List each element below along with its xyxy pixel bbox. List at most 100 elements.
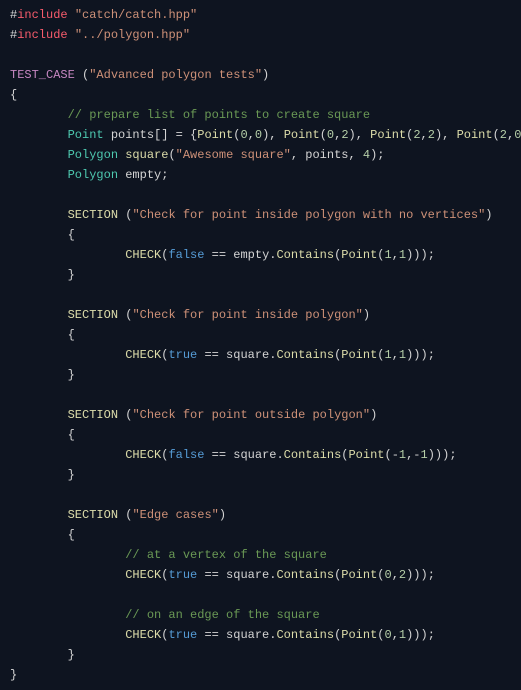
- ctor-point: Point: [341, 248, 377, 262]
- punct: ),: [262, 128, 284, 142]
- code-text: points[] = {: [104, 128, 198, 142]
- brace-close: }: [10, 368, 75, 382]
- punct: (: [118, 408, 132, 422]
- indent: [10, 568, 125, 582]
- number: 2: [341, 128, 348, 142]
- punct: ): [219, 508, 226, 522]
- type-polygon: Polygon: [68, 148, 118, 162]
- bool-literal: true: [168, 628, 197, 642]
- bool-literal: false: [168, 448, 204, 462]
- code-block: #include "catch/catch.hpp" #include "../…: [0, 0, 521, 690]
- indent: [10, 208, 68, 222]
- punct: (-: [385, 448, 399, 462]
- check-macro: CHECK: [125, 448, 161, 462]
- section-name: "Check for point outside polygon": [132, 408, 370, 422]
- punct: ,: [392, 628, 399, 642]
- testcase-name: "Advanced polygon tests": [89, 68, 262, 82]
- check-macro: CHECK: [125, 248, 161, 262]
- punct: );: [370, 148, 384, 162]
- code-text: == square.: [204, 448, 283, 462]
- section-macro: SECTION: [68, 308, 118, 322]
- punct: ),: [349, 128, 371, 142]
- ctor-point: Point: [341, 568, 377, 582]
- brace-open: {: [10, 428, 75, 442]
- number: 1: [385, 348, 392, 362]
- indent: [10, 408, 68, 422]
- ctor-point: Point: [348, 448, 384, 462]
- number: 4: [363, 148, 370, 162]
- punct: ): [363, 308, 370, 322]
- number: 2: [413, 128, 420, 142]
- type-polygon: Polygon: [68, 168, 118, 182]
- punct: (: [168, 148, 175, 162]
- punct: (: [320, 128, 327, 142]
- indent: [10, 448, 125, 462]
- method-contains: Contains: [284, 448, 342, 462]
- punct: ,: [392, 248, 399, 262]
- indent: [10, 308, 68, 322]
- punct: ,: [392, 568, 399, 582]
- punct: ): [370, 408, 377, 422]
- punct: )));: [406, 628, 435, 642]
- bool-literal: false: [168, 248, 204, 262]
- punct: ,: [248, 128, 255, 142]
- punct: (: [75, 68, 89, 82]
- punct: (: [377, 248, 384, 262]
- punct: (: [118, 508, 132, 522]
- punct: (: [377, 348, 384, 362]
- punct: ): [262, 68, 269, 82]
- include-path: "catch/catch.hpp": [68, 8, 198, 22]
- include-path: "../polygon.hpp": [68, 28, 190, 42]
- brace-close: }: [10, 648, 75, 662]
- indent: [10, 508, 68, 522]
- ctor-point: Point: [197, 128, 233, 142]
- ctor-point: Point: [457, 128, 493, 142]
- section-macro: SECTION: [68, 508, 118, 522]
- number: 1: [385, 248, 392, 262]
- brace-open: {: [10, 328, 75, 342]
- bool-literal: true: [168, 348, 197, 362]
- punct: ): [485, 208, 492, 222]
- type-point: Point: [68, 128, 104, 142]
- punct: , points,: [291, 148, 363, 162]
- code-text: == empty.: [204, 248, 276, 262]
- ctor-point: Point: [341, 628, 377, 642]
- section-name: "Check for point inside polygon with no …: [132, 208, 485, 222]
- ctor-point: Point: [341, 348, 377, 362]
- brace-open: {: [10, 88, 17, 102]
- bool-literal: true: [168, 568, 197, 582]
- number: 2: [500, 128, 507, 142]
- comment: // at a vertex of the square: [10, 548, 327, 562]
- code-text: == square.: [197, 348, 276, 362]
- number: 2: [428, 128, 435, 142]
- testcase-macro: TEST_CASE: [10, 68, 75, 82]
- number: 0: [385, 568, 392, 582]
- punct: ,: [392, 348, 399, 362]
- punct: )));: [428, 448, 457, 462]
- punct: ,-: [406, 448, 420, 462]
- punct: (: [377, 628, 384, 642]
- method-contains: Contains: [276, 248, 334, 262]
- number: 1: [421, 448, 428, 462]
- punct: ,: [421, 128, 428, 142]
- code-text: == square.: [197, 628, 276, 642]
- method-contains: Contains: [276, 348, 334, 362]
- section-name: "Check for point inside polygon": [132, 308, 362, 322]
- number: 0: [240, 128, 247, 142]
- punct: (: [377, 568, 384, 582]
- section-name: "Edge cases": [132, 508, 218, 522]
- check-macro: CHECK: [125, 628, 161, 642]
- indent: [10, 148, 68, 162]
- indent: [10, 168, 68, 182]
- include-keyword: include: [17, 8, 67, 22]
- var-square: square: [125, 148, 168, 162]
- include-keyword: include: [17, 28, 67, 42]
- string-literal: "Awesome square": [176, 148, 291, 162]
- indent: [10, 128, 68, 142]
- ctor-point: Point: [284, 128, 320, 142]
- punct: )));: [406, 248, 435, 262]
- indent: [10, 348, 125, 362]
- brace-close: }: [10, 268, 75, 282]
- section-macro: SECTION: [68, 408, 118, 422]
- indent: [10, 248, 125, 262]
